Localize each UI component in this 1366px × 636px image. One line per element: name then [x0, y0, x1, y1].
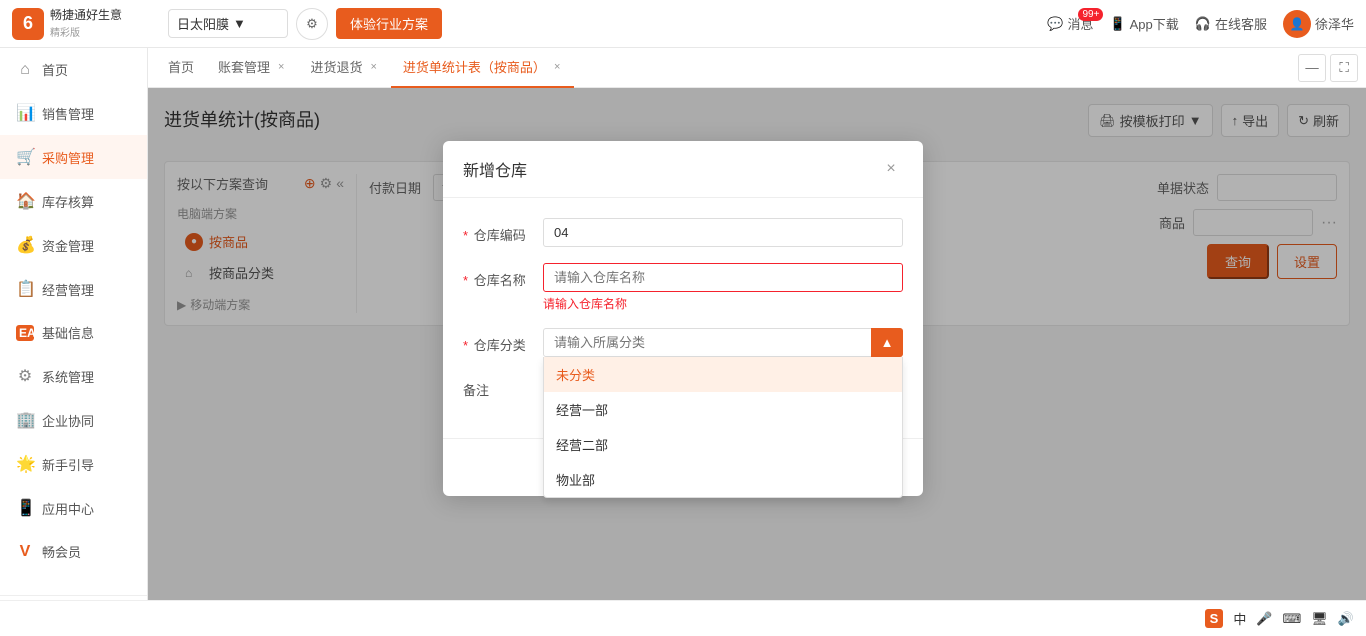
- form-row-name: * 仓库名称 请输入仓库名称: [463, 263, 903, 312]
- warehouse-name-label: * 仓库名称: [463, 263, 543, 289]
- form-row-category: * 仓库分类 ▲ 未分类 经营一部 经营二部 物业部: [463, 328, 903, 357]
- warehouse-code-input[interactable]: [543, 218, 903, 247]
- modal-body: * 仓库编码 * 仓库名称 请输入仓库名称: [443, 198, 923, 438]
- dropdown-item-unclassified[interactable]: 未分类: [544, 357, 902, 392]
- chinese-input-icon[interactable]: 中: [1233, 609, 1246, 628]
- warehouse-name-error: 请输入仓库名称: [543, 295, 903, 312]
- dropdown-toggle-button[interactable]: ▲: [871, 328, 903, 357]
- form-row-code: * 仓库编码: [463, 218, 903, 247]
- warehouse-category-label: * 仓库分类: [463, 328, 543, 354]
- add-warehouse-modal: 新增仓库 × * 仓库编码 * 仓库名称: [443, 141, 923, 496]
- monitor-icon[interactable]: 🖥: [1311, 611, 1328, 627]
- s-logo-icon: S: [1205, 609, 1224, 628]
- form-field-name: 请输入仓库名称: [543, 263, 903, 312]
- dropdown-item-dept2[interactable]: 经营二部: [544, 427, 902, 462]
- form-field-code: [543, 218, 903, 247]
- modal-header: 新增仓库 ×: [443, 141, 923, 198]
- warehouse-code-label: * 仓库编码: [463, 218, 543, 244]
- required-mark-code: *: [463, 228, 468, 243]
- note-label: 备注: [463, 373, 543, 399]
- required-mark-name: *: [463, 273, 468, 288]
- modal-title: 新增仓库: [463, 157, 527, 181]
- warehouse-name-input[interactable]: [543, 263, 903, 292]
- microphone-icon[interactable]: 🎤: [1256, 611, 1272, 627]
- volume-bottom-icon[interactable]: 🔊: [1338, 611, 1354, 627]
- modal-close-button[interactable]: ×: [879, 157, 903, 181]
- category-dropdown-input[interactable]: [543, 328, 903, 357]
- dropdown-item-dept1[interactable]: 经营一部: [544, 392, 902, 427]
- keyboard-icon[interactable]: ⌨: [1283, 611, 1302, 627]
- category-dropdown-list: 未分类 经营一部 经营二部 物业部: [543, 357, 903, 498]
- form-field-category: ▲ 未分类 经营一部 经营二部 物业部: [543, 328, 903, 357]
- dropdown-item-property[interactable]: 物业部: [544, 462, 902, 497]
- category-dropdown-wrapper: ▲ 未分类 经营一部 经营二部 物业部: [543, 328, 903, 357]
- bottom-bar: S 中 🎤 ⌨ 🖥 🔊: [0, 600, 1366, 636]
- required-mark-cat: *: [463, 338, 468, 353]
- modal-overlay: 新增仓库 × * 仓库编码 * 仓库名称: [0, 0, 1366, 636]
